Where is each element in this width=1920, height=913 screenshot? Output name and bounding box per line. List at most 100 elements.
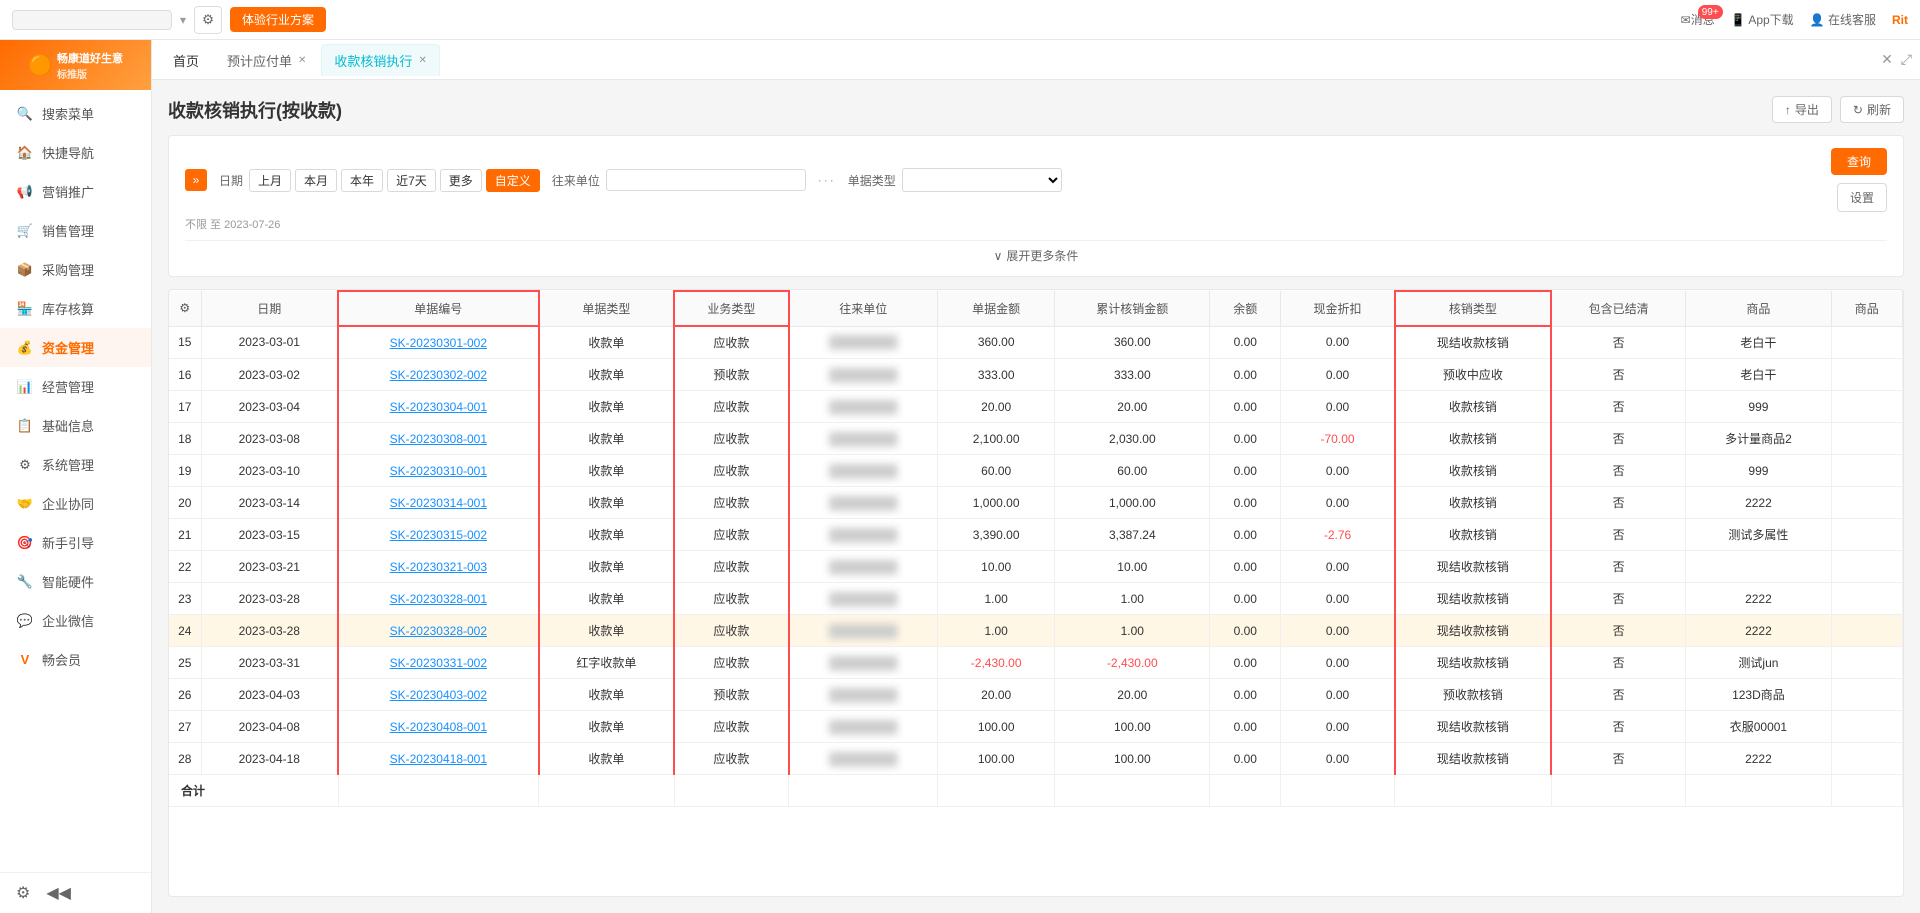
operations-icon: 📊 bbox=[16, 378, 34, 396]
last-7-days-btn[interactable]: 近7天 bbox=[387, 169, 436, 192]
cell-order-no[interactable]: SK-20230321-003 bbox=[338, 551, 539, 583]
this-month-btn[interactable]: 本月 bbox=[295, 169, 337, 192]
order-type-select[interactable] bbox=[902, 168, 1062, 192]
sidebar-label: 搜索菜单 bbox=[42, 104, 94, 123]
order-link[interactable]: SK-20230328-002 bbox=[390, 624, 487, 638]
last-month-btn[interactable]: 上月 bbox=[249, 169, 291, 192]
gear-button[interactable]: ⚙ bbox=[194, 6, 222, 34]
cell-order-no[interactable]: SK-20230304-001 bbox=[338, 391, 539, 423]
cell-order-no[interactable]: SK-20230308-001 bbox=[338, 423, 539, 455]
sidebar-item-vip[interactable]: V 畅会员 bbox=[0, 640, 151, 679]
cell-no: 18 bbox=[169, 423, 201, 455]
export-button[interactable]: ↑ 导出 bbox=[1772, 96, 1832, 123]
order-link[interactable]: SK-20230310-001 bbox=[390, 464, 487, 478]
cell-goods2 bbox=[1831, 647, 1902, 679]
cell-order-no[interactable]: SK-20230302-002 bbox=[338, 359, 539, 391]
cell-order-no[interactable]: SK-20230314-001 bbox=[338, 487, 539, 519]
settings-footer-icon[interactable]: ⚙ bbox=[16, 883, 30, 903]
sidebar-item-guide[interactable]: 🎯 新手引导 bbox=[0, 523, 151, 562]
footer-accum bbox=[1055, 775, 1210, 807]
cell-order-no[interactable]: SK-20230310-001 bbox=[338, 455, 539, 487]
cell-order-no[interactable]: SK-20230331-002 bbox=[338, 647, 539, 679]
cell-order-no[interactable]: SK-20230315-002 bbox=[338, 519, 539, 551]
sidebar-item-search-menu[interactable]: 🔍 搜索菜单 bbox=[0, 94, 151, 133]
order-link[interactable]: SK-20230304-001 bbox=[390, 400, 487, 414]
cell-cash-discount: 0.00 bbox=[1281, 711, 1395, 743]
cell-order-no[interactable]: SK-20230328-002 bbox=[338, 615, 539, 647]
sidebar-item-corp-wx[interactable]: 💬 企业微信 bbox=[0, 601, 151, 640]
cell-order-type: 收款单 bbox=[539, 391, 675, 423]
sidebar-label: 库存核算 bbox=[42, 299, 94, 318]
table-scroll[interactable]: ⚙ 日期 单据编号 单据类型 业务类型 往来单位 单据金额 累计核销金额 余额 … bbox=[169, 290, 1903, 896]
sidebar-item-system[interactable]: ⚙ 系统管理 bbox=[0, 445, 151, 484]
order-link[interactable]: SK-20230403-002 bbox=[390, 688, 487, 702]
order-link[interactable]: SK-20230302-002 bbox=[390, 368, 487, 382]
online-support-link[interactable]: 👤 在线客服 bbox=[1810, 11, 1876, 28]
cell-order-no[interactable]: SK-20230328-001 bbox=[338, 583, 539, 615]
system-icon: ⚙ bbox=[16, 456, 34, 474]
breadcrumb-input[interactable] bbox=[12, 10, 172, 30]
th-setting[interactable]: ⚙ bbox=[169, 291, 201, 326]
order-link[interactable]: SK-20230321-003 bbox=[390, 560, 487, 574]
table-row: 162023-03-02SK-20230302-002收款单预收款███████… bbox=[169, 359, 1903, 391]
cell-include-settled: 否 bbox=[1551, 423, 1686, 455]
collapse-icon[interactable]: ◀◀ bbox=[46, 883, 71, 903]
order-link[interactable]: SK-20230418-001 bbox=[390, 752, 487, 766]
this-year-btn[interactable]: 本年 bbox=[341, 169, 383, 192]
cell-partner: ████████ bbox=[789, 423, 938, 455]
cell-order-no[interactable]: SK-20230301-002 bbox=[338, 326, 539, 359]
cell-amount: 1.00 bbox=[937, 583, 1055, 615]
sidebar-item-inventory[interactable]: 🏪 库存核算 bbox=[0, 289, 151, 328]
tab-close-all[interactable]: ✕ bbox=[1881, 51, 1893, 68]
tab-maximize[interactable]: ⤢ bbox=[1901, 51, 1912, 68]
sidebar-item-sales[interactable]: 🛒 销售管理 bbox=[0, 211, 151, 250]
industry-button[interactable]: 体验行业方案 bbox=[230, 7, 326, 32]
order-link[interactable]: SK-20230301-002 bbox=[390, 336, 487, 350]
cell-partner: ████████ bbox=[789, 647, 938, 679]
tab-pre-receipt[interactable]: 预计应付单 ✕ bbox=[214, 44, 319, 76]
app-download-link[interactable]: 📱 App下载 bbox=[1731, 11, 1794, 28]
tab-pre-receipt-close[interactable]: ✕ bbox=[298, 55, 306, 66]
order-link[interactable]: SK-20230314-001 bbox=[390, 496, 487, 510]
more-btn[interactable]: 更多 bbox=[440, 169, 482, 192]
sidebar-item-smart-hw[interactable]: 🔧 智能硬件 bbox=[0, 562, 151, 601]
sidebar-item-quick-nav[interactable]: 🏠 快捷导航 bbox=[0, 133, 151, 172]
cell-amount: 1.00 bbox=[937, 615, 1055, 647]
cell-accum-verify: 20.00 bbox=[1055, 391, 1210, 423]
sidebar-item-operations[interactable]: 📊 经营管理 bbox=[0, 367, 151, 406]
expand-conditions-btn[interactable]: ∨ 展开更多条件 bbox=[185, 240, 1887, 264]
cell-order-no[interactable]: SK-20230408-001 bbox=[338, 711, 539, 743]
sidebar-item-marketing[interactable]: 📢 营销推广 bbox=[0, 172, 151, 211]
cell-order-type: 收款单 bbox=[539, 423, 675, 455]
sidebar-item-purchase[interactable]: 📦 采购管理 bbox=[0, 250, 151, 289]
order-link[interactable]: SK-20230328-001 bbox=[390, 592, 487, 606]
footer-verify-type bbox=[1395, 775, 1551, 807]
user-avatar[interactable]: Rit bbox=[1892, 13, 1908, 27]
partner-input[interactable] bbox=[606, 169, 806, 191]
sidebar-label: 营销推广 bbox=[42, 182, 94, 201]
tab-receipt-verify[interactable]: 收款核销执行 ✕ bbox=[321, 44, 439, 76]
order-link[interactable]: SK-20230308-001 bbox=[390, 432, 487, 446]
cell-biz-type: 预收款 bbox=[674, 679, 789, 711]
query-button[interactable]: 查询 bbox=[1831, 148, 1887, 175]
sidebar-item-basic-info[interactable]: 📋 基础信息 bbox=[0, 406, 151, 445]
order-link[interactable]: SK-20230408-001 bbox=[390, 720, 487, 734]
cell-goods1: 2222 bbox=[1686, 615, 1831, 647]
cell-goods1 bbox=[1686, 551, 1831, 583]
tab-home[interactable]: 首页 bbox=[160, 44, 212, 76]
settings-button[interactable]: 设置 bbox=[1837, 183, 1887, 212]
custom-btn[interactable]: 自定义 bbox=[486, 169, 540, 192]
cell-order-no[interactable]: SK-20230403-002 bbox=[338, 679, 539, 711]
cell-amount: 60.00 bbox=[937, 455, 1055, 487]
sidebar-item-capital[interactable]: 💰 资金管理 bbox=[0, 328, 151, 367]
filter-toggle-btn[interactable]: » bbox=[185, 169, 207, 191]
refresh-button[interactable]: ↻ 刷新 bbox=[1840, 96, 1904, 123]
cell-order-no[interactable]: SK-20230418-001 bbox=[338, 743, 539, 775]
cell-no: 15 bbox=[169, 326, 201, 359]
order-link[interactable]: SK-20230315-002 bbox=[390, 528, 487, 542]
sidebar-item-corp[interactable]: 🤝 企业协同 bbox=[0, 484, 151, 523]
order-link[interactable]: SK-20230331-002 bbox=[390, 656, 487, 670]
tab-receipt-verify-close[interactable]: ✕ bbox=[418, 55, 426, 66]
cell-goods1: 999 bbox=[1686, 391, 1831, 423]
message-badge-container[interactable]: ✉ 消息 99+ bbox=[1681, 11, 1715, 28]
